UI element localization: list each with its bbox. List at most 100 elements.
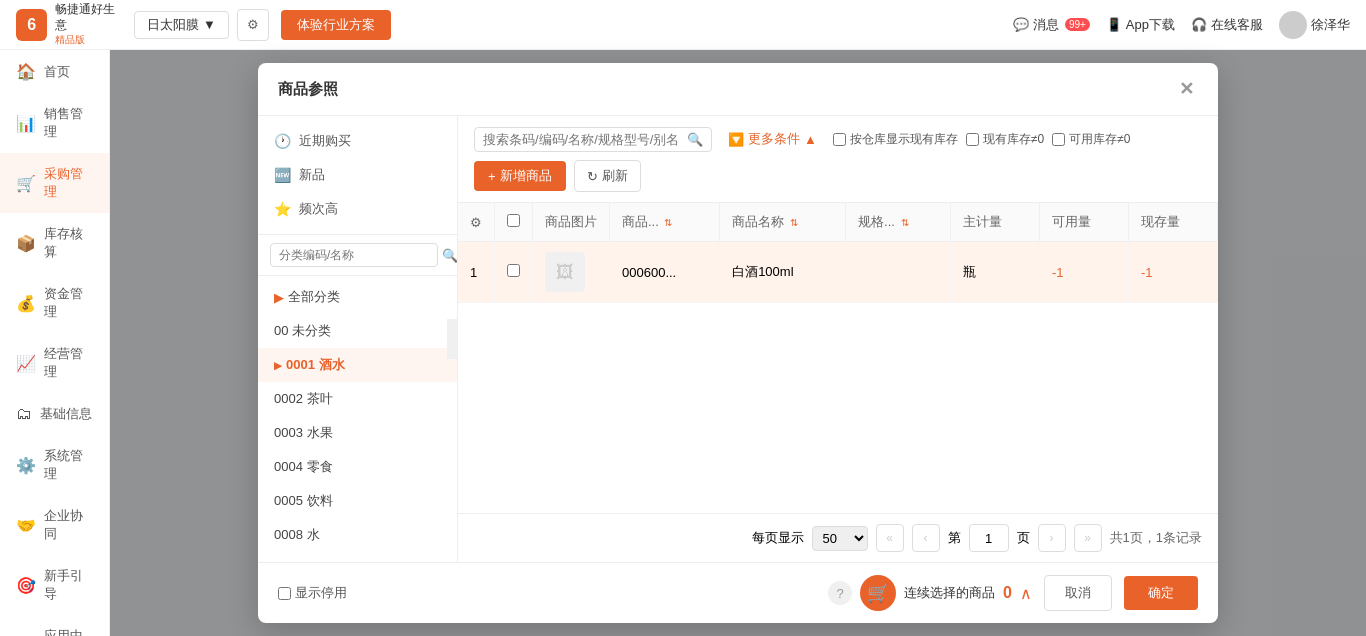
- show-disabled-checkbox[interactable]: 显示停用: [278, 584, 347, 602]
- available-not-zero-checkbox[interactable]: 可用库存≠0: [1052, 131, 1130, 148]
- more-filters-button[interactable]: 🔽 更多条件 ▲: [720, 126, 825, 152]
- sidebar-item-sales[interactable]: 📊 销售管理: [0, 93, 109, 153]
- new-icon: 🆕: [274, 167, 291, 183]
- row-unit: 瓶: [951, 242, 1040, 303]
- trial-button[interactable]: 体验行业方案: [281, 10, 391, 40]
- home-icon: 🏠: [16, 62, 36, 81]
- show-by-warehouse-input[interactable]: [833, 133, 846, 146]
- th-checkbox[interactable]: [495, 203, 533, 242]
- table-row[interactable]: 1 🖼 000600... 白酒100ml: [458, 242, 1218, 303]
- add-product-button[interactable]: + 新增商品: [474, 161, 566, 191]
- collapse-left-button[interactable]: 《: [447, 319, 458, 359]
- sidebar-item-apps[interactable]: 📱 应用中心: [0, 615, 109, 636]
- cart-button[interactable]: 🛒: [860, 575, 896, 611]
- online-service-label: 在线客服: [1211, 16, 1263, 34]
- modal-close-button[interactable]: ✕: [1174, 77, 1198, 101]
- cancel-button[interactable]: 取消: [1044, 575, 1112, 611]
- stock-not-zero-checkbox[interactable]: 现有库存≠0: [966, 131, 1044, 148]
- page-suffix: 页: [1017, 529, 1030, 547]
- search-icon[interactable]: 🔍: [687, 132, 703, 147]
- category-uncategorized[interactable]: 00 未分类: [258, 314, 457, 348]
- system-icon: ⚙️: [16, 456, 36, 475]
- cart-icon: 🛒: [867, 582, 889, 604]
- modal-footer: 显示停用 ? 🛒 连续选择的商品 0 ∧ 取消: [258, 562, 1218, 623]
- phone-icon: 📱: [1106, 17, 1122, 32]
- sidebar-item-home[interactable]: 🏠 首页: [0, 50, 109, 93]
- user-name: 徐泽华: [1311, 16, 1350, 34]
- show-disabled-label: 显示停用: [295, 584, 347, 602]
- category-search-icon[interactable]: 🔍: [442, 248, 458, 263]
- category-snacks[interactable]: 0004 零食: [258, 450, 457, 484]
- category-drinks[interactable]: 0005 饮料: [258, 484, 457, 518]
- sidebar-item-collab[interactable]: 🤝 企业协同: [0, 495, 109, 555]
- main-content: 商品参照 ✕ 🕐 近期购买 🆕: [110, 50, 1366, 636]
- message-btn[interactable]: 💬 消息 99+: [1013, 16, 1090, 34]
- sidebar-label-basic: 基础信息: [40, 405, 92, 423]
- sidebar-item-guide[interactable]: 🎯 新手引导: [0, 555, 109, 615]
- th-name[interactable]: 商品名称 ⇅: [720, 203, 846, 242]
- th-image: 商品图片: [533, 203, 610, 242]
- top-right-area: 💬 消息 99+ 📱 App下载 🎧 在线客服 徐泽华: [1013, 11, 1350, 39]
- sidebar-item-purchase[interactable]: 🛒 采购管理: [0, 153, 109, 213]
- message-label: 消息: [1033, 16, 1059, 34]
- prev-page-button[interactable]: ‹: [912, 524, 940, 552]
- collapse-up-button[interactable]: ∧: [1020, 584, 1032, 603]
- cart-area: ? 🛒 连续选择的商品 0 ∧: [828, 575, 1032, 611]
- category-water[interactable]: 0008 水: [258, 518, 457, 552]
- sidebar-item-stock[interactable]: 📦 库存核算: [0, 213, 109, 273]
- message-icon: 💬: [1013, 17, 1029, 32]
- sidebar-item-basic[interactable]: 🗂 基础信息: [0, 393, 109, 435]
- tab-recent-purchase[interactable]: 🕐 近期购买: [258, 124, 457, 158]
- th-settings[interactable]: ⚙: [458, 203, 495, 242]
- online-service-btn[interactable]: 🎧 在线客服: [1191, 16, 1263, 34]
- row-select-checkbox[interactable]: [507, 264, 520, 277]
- th-code[interactable]: 商品... ⇅: [610, 203, 720, 242]
- chevron-down-icon: ▼: [203, 17, 216, 32]
- tab-new-products[interactable]: 🆕 新品: [258, 158, 457, 192]
- row-checkbox[interactable]: [495, 242, 533, 303]
- sidebar-label-system: 系统管理: [44, 447, 93, 483]
- th-spec[interactable]: 规格... ⇅: [846, 203, 951, 242]
- expand-all-icon: ▶: [274, 290, 284, 305]
- help-button[interactable]: ?: [828, 581, 852, 605]
- category-liquor[interactable]: ▶ 0001 酒水: [258, 348, 457, 382]
- show-by-warehouse-label: 按仓库显示现有库存: [850, 131, 958, 148]
- category-tea[interactable]: 0002 茶叶: [258, 382, 457, 416]
- available-not-zero-input[interactable]: [1052, 133, 1065, 146]
- store-selector[interactable]: 日太阳膜 ▼: [134, 11, 229, 39]
- app-download-btn[interactable]: 📱 App下载: [1106, 16, 1175, 34]
- purchase-icon: 🛒: [16, 174, 36, 193]
- next-page-button[interactable]: ›: [1038, 524, 1066, 552]
- first-page-button[interactable]: «: [876, 524, 904, 552]
- select-all-checkbox[interactable]: [507, 214, 520, 227]
- confirm-button[interactable]: 确定: [1124, 576, 1198, 610]
- page-size-select[interactable]: 50 10 20 100: [812, 526, 868, 551]
- sidebar-item-business[interactable]: 📈 经营管理: [0, 333, 109, 393]
- tab-frequent[interactable]: ⭐ 频次高: [258, 192, 457, 226]
- th-stock: 现存量: [1128, 203, 1217, 242]
- row-spec: [846, 242, 951, 303]
- user-area[interactable]: 徐泽华: [1279, 11, 1350, 39]
- category-search-input[interactable]: [270, 243, 438, 267]
- page-number-input[interactable]: [969, 524, 1009, 552]
- last-page-button[interactable]: »: [1074, 524, 1102, 552]
- th-unit[interactable]: 主计量: [951, 203, 1040, 242]
- refresh-button[interactable]: ↻ 刷新: [574, 160, 641, 192]
- product-table-container: ⚙ 商品图片 商品...: [458, 203, 1218, 513]
- table-header-row: ⚙ 商品图片 商品...: [458, 203, 1218, 242]
- category-fruit[interactable]: 0003 水果: [258, 416, 457, 450]
- category-snacks-label: 0004 零食: [274, 458, 333, 476]
- sidebar-item-finance[interactable]: 💰 资金管理: [0, 273, 109, 333]
- sidebar-label-business: 经营管理: [44, 345, 93, 381]
- category-all[interactable]: ▶ 全部分类: [258, 280, 457, 314]
- show-disabled-input[interactable]: [278, 587, 291, 600]
- logo-text: 畅捷通好生意 精品版: [55, 2, 126, 47]
- show-by-warehouse-checkbox[interactable]: 按仓库显示现有库存: [833, 131, 958, 148]
- guide-icon: 🎯: [16, 576, 36, 595]
- category-appliance[interactable]: 0010 家电: [258, 552, 457, 562]
- modal-body: 🕐 近期购买 🆕 新品 ⭐ 频次高 《: [258, 116, 1218, 562]
- stock-not-zero-input[interactable]: [966, 133, 979, 146]
- sidebar-item-system[interactable]: ⚙️ 系统管理: [0, 435, 109, 495]
- gear-button[interactable]: ⚙: [237, 9, 269, 41]
- product-search-input[interactable]: [483, 132, 683, 147]
